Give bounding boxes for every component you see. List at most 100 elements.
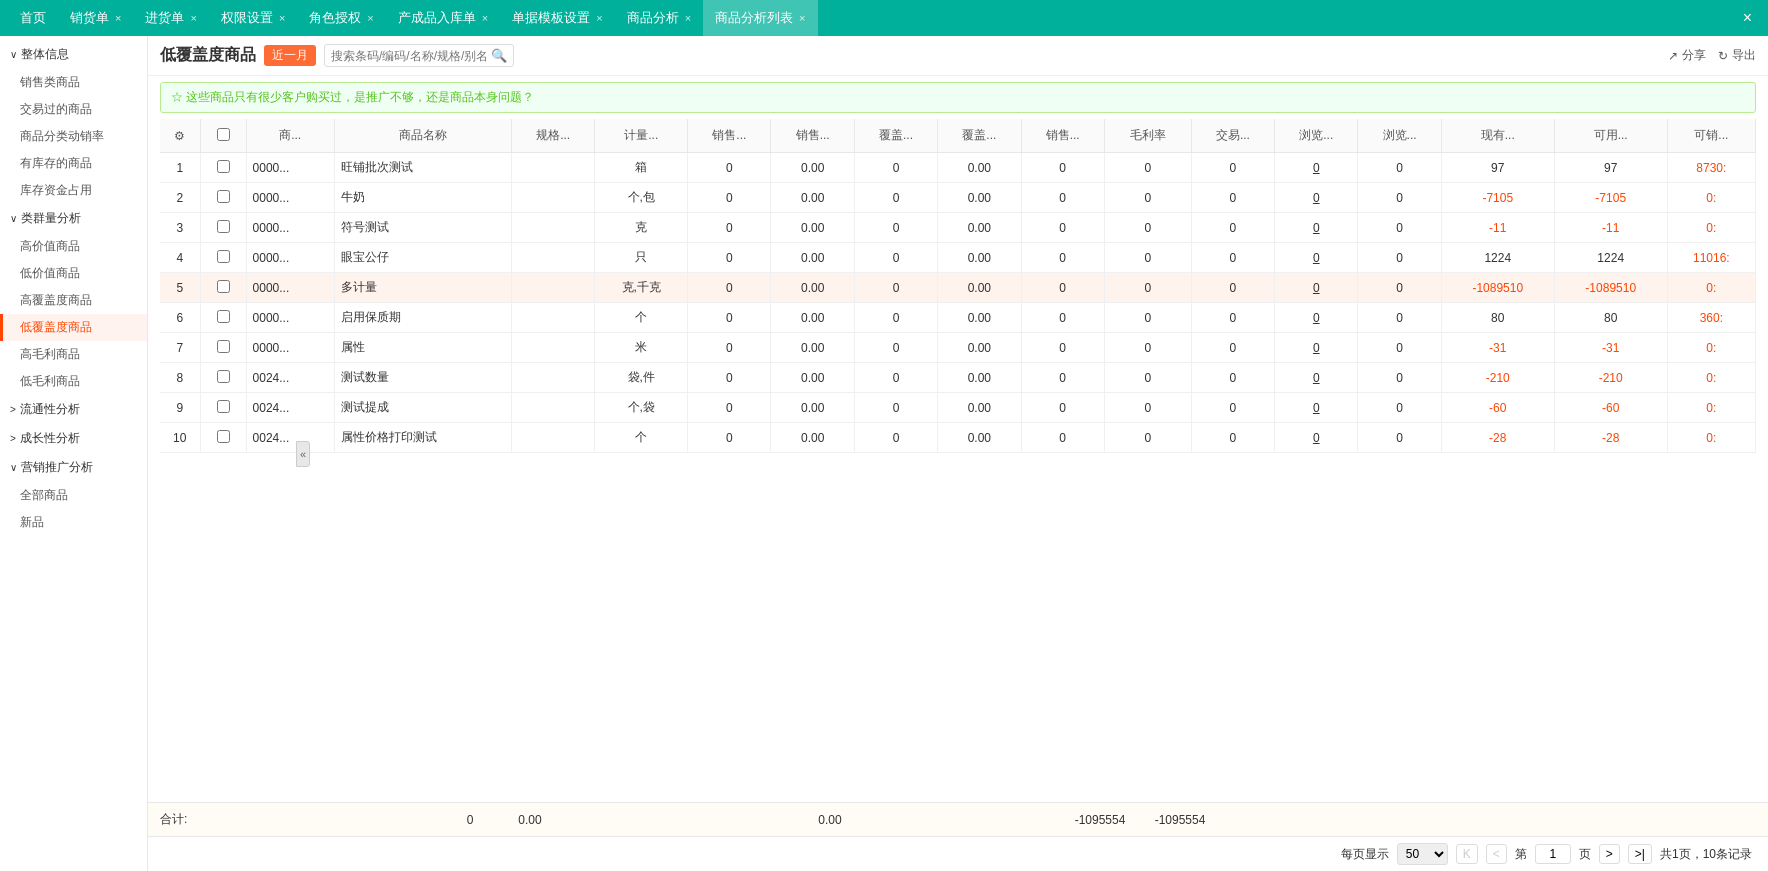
top-nav: 首页 销货单 × 进货单 × 权限设置 × 角色授权 × 产成品入库单 × 单据…	[0, 0, 1768, 36]
tab-purchase[interactable]: 进货单 ×	[133, 0, 208, 36]
row-check-9[interactable]	[200, 423, 246, 453]
tab-role[interactable]: 角色授权 ×	[297, 0, 385, 36]
row-check-8[interactable]	[200, 393, 246, 423]
tab-permission[interactable]: 权限设置 ×	[209, 0, 297, 36]
row-checkbox-5[interactable]	[217, 310, 230, 323]
row-browse1-0[interactable]: 0	[1275, 153, 1358, 183]
row-browse1-4[interactable]: 0	[1275, 273, 1358, 303]
row-s3-2: 0	[1021, 213, 1104, 243]
tab-product-analysis[interactable]: 商品分析 ×	[615, 0, 703, 36]
page-number-input[interactable]	[1535, 844, 1571, 864]
content-header: 低覆盖度商品 近一月 🔍 ↗ 分享 ↻ 导出	[148, 36, 1768, 76]
sidebar-section-marketing[interactable]: ∨ 营销推广分析	[0, 453, 147, 482]
row-browse1-5[interactable]: 0	[1275, 303, 1358, 333]
row-browse2-9: 0	[1358, 423, 1441, 453]
row-check-3[interactable]	[200, 243, 246, 273]
close-tab-purchase[interactable]: ×	[190, 12, 196, 24]
row-checkbox-2[interactable]	[217, 220, 230, 233]
sidebar-section-liquidity[interactable]: > 流通性分析	[0, 395, 147, 424]
row-browse1-3[interactable]: 0	[1275, 243, 1358, 273]
row-name-1: 牛奶	[334, 183, 511, 213]
row-s2-2: 0.00	[771, 213, 854, 243]
sidebar-section-growth[interactable]: > 成长性分析	[0, 424, 147, 453]
row-browse1-9[interactable]: 0	[1275, 423, 1358, 453]
th-s1: 销售...	[688, 119, 771, 153]
prev-page-btn[interactable]: <	[1486, 844, 1507, 864]
footer-spacer	[220, 813, 440, 827]
sidebar-item-sales-goods[interactable]: 销售类商品	[0, 69, 147, 96]
row-checkbox-3[interactable]	[217, 250, 230, 263]
row-checkbox-7[interactable]	[217, 370, 230, 383]
period-button[interactable]: 近一月	[264, 45, 316, 66]
close-tab-role[interactable]: ×	[367, 12, 373, 24]
row-check-7[interactable]	[200, 363, 246, 393]
row-trade-8: 0	[1191, 393, 1274, 423]
row-check-4[interactable]	[200, 273, 246, 303]
row-check-0[interactable]	[200, 153, 246, 183]
sidebar-item-traded-goods[interactable]: 交易过的商品	[0, 96, 147, 123]
row-margin-5: 0	[1104, 303, 1191, 333]
row-browse1-1[interactable]: 0	[1275, 183, 1358, 213]
row-spec-4	[512, 273, 595, 303]
sidebar-item-all-goods[interactable]: 全部商品	[0, 482, 147, 509]
row-checkbox-0[interactable]	[217, 160, 230, 173]
row-check-6[interactable]	[200, 333, 246, 363]
row-browse1-2[interactable]: 0	[1275, 213, 1358, 243]
row-no-7: 8	[160, 363, 200, 393]
sidebar-item-new-goods[interactable]: 新品	[0, 509, 147, 536]
th-spec: 规格...	[512, 119, 595, 153]
tab-sales[interactable]: 销货单 ×	[58, 0, 133, 36]
sidebar-item-category-rate[interactable]: 商品分类动销率	[0, 123, 147, 150]
row-browse1-7[interactable]: 0	[1275, 363, 1358, 393]
row-checkbox-6[interactable]	[217, 340, 230, 353]
sidebar-item-high-value[interactable]: 高价值商品	[0, 233, 147, 260]
tab-template[interactable]: 单据模板设置 ×	[500, 0, 614, 36]
close-tab-template[interactable]: ×	[596, 12, 602, 24]
close-tab-product-analysis[interactable]: ×	[685, 12, 691, 24]
row-browse1-8[interactable]: 0	[1275, 393, 1358, 423]
row-checkbox-4[interactable]	[217, 280, 230, 293]
close-all-tabs[interactable]: ×	[1735, 9, 1760, 27]
th-s3: 销售...	[1021, 119, 1104, 153]
per-page-select[interactable]: 50 100 200	[1397, 843, 1448, 865]
sidebar-section-overall[interactable]: ∨ 整体信息	[0, 40, 147, 69]
row-check-5[interactable]	[200, 303, 246, 333]
tab-product-entry[interactable]: 产成品入库单 ×	[386, 0, 500, 36]
last-page-btn[interactable]: >|	[1628, 844, 1652, 864]
th-settings[interactable]: ⚙	[160, 119, 200, 153]
row-check-2[interactable]	[200, 213, 246, 243]
export-button[interactable]: ↻ 导出	[1718, 47, 1756, 64]
close-tab-product-entry[interactable]: ×	[482, 12, 488, 24]
row-browse2-1: 0	[1358, 183, 1441, 213]
first-page-btn[interactable]: K	[1456, 844, 1478, 864]
share-button[interactable]: ↗ 分享	[1668, 47, 1706, 64]
close-tab-sales[interactable]: ×	[115, 12, 121, 24]
row-c1-2: 0	[854, 213, 937, 243]
tab-home[interactable]: 首页	[8, 0, 58, 36]
sidebar-item-low-value[interactable]: 低价值商品	[0, 260, 147, 287]
sidebar-item-stocked-goods[interactable]: 有库存的商品	[0, 150, 147, 177]
close-tab-permission[interactable]: ×	[279, 12, 285, 24]
next-page-btn[interactable]: >	[1599, 844, 1620, 864]
row-checkbox-1[interactable]	[217, 190, 230, 203]
sidebar-item-high-coverage[interactable]: 高覆盖度商品	[0, 287, 147, 314]
sidebar-item-high-margin[interactable]: 高毛利商品	[0, 341, 147, 368]
sidebar-item-stock-capital[interactable]: 库存资金占用	[0, 177, 147, 204]
row-s2-4: 0.00	[771, 273, 854, 303]
row-c1-4: 0	[854, 273, 937, 303]
search-input[interactable]	[331, 49, 491, 63]
close-tab-product-analysis-list[interactable]: ×	[799, 12, 805, 24]
row-browse1-6[interactable]: 0	[1275, 333, 1358, 363]
row-name-6: 属性	[334, 333, 511, 363]
row-code-3: 0000...	[246, 243, 334, 273]
sidebar-item-low-margin[interactable]: 低毛利商品	[0, 368, 147, 395]
sidebar-item-low-coverage[interactable]: 低覆盖度商品	[0, 314, 147, 341]
search-icon[interactable]: 🔍	[491, 48, 507, 63]
row-checkbox-8[interactable]	[217, 400, 230, 413]
tab-product-analysis-list[interactable]: 商品分析列表 ×	[703, 0, 817, 36]
row-check-1[interactable]	[200, 183, 246, 213]
sidebar-section-cluster[interactable]: ∨ 类群量分析	[0, 204, 147, 233]
sidebar-collapse-btn[interactable]: «	[296, 441, 310, 467]
row-checkbox-9[interactable]	[217, 430, 230, 443]
select-all-checkbox[interactable]	[217, 128, 230, 141]
